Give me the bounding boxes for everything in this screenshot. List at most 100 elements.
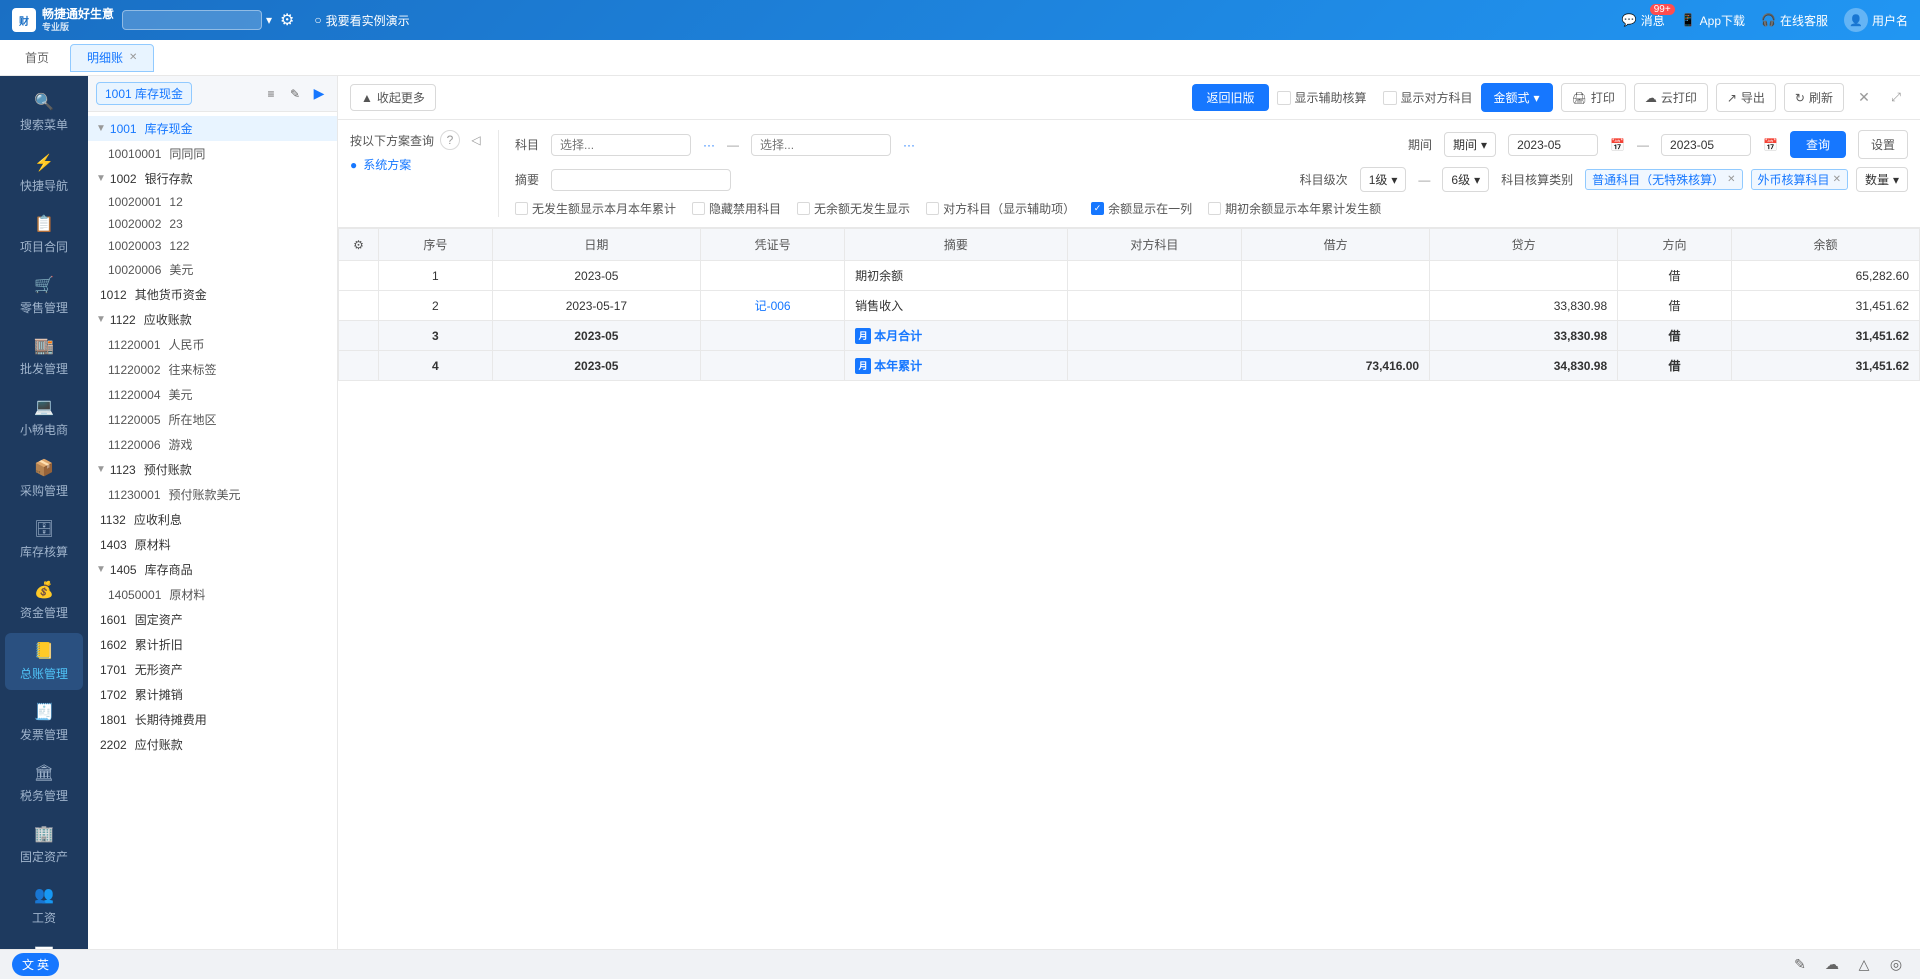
sidebar-item-xiaoxi-ecom[interactable]: 💻 小畅电商: [5, 389, 83, 446]
tree-item-1601[interactable]: 1601 固定资产: [88, 607, 337, 632]
gear-icon[interactable]: ⚙: [280, 10, 294, 30]
online-service-btn[interactable]: 🎧 在线客服: [1761, 12, 1828, 29]
subject-more-icon[interactable]: ···: [703, 138, 715, 152]
period-end-calendar-icon[interactable]: 📅: [1763, 138, 1778, 152]
return-old-version-btn[interactable]: 返回旧版: [1192, 84, 1268, 111]
tree-item-10020002[interactable]: 10020002 23: [88, 213, 337, 235]
tree-item-11220005[interactable]: 11220005 所在地区: [88, 407, 337, 432]
period-type-select[interactable]: 期间 ▾: [1444, 132, 1496, 157]
tree-item-1132[interactable]: 1132 应收利息: [88, 507, 337, 532]
user-btn[interactable]: 👤 用户名: [1844, 8, 1908, 32]
sidebar-item-search-menu[interactable]: 🔍 搜索菜单: [5, 84, 83, 141]
circle-icon-btn[interactable]: ◎: [1884, 953, 1908, 977]
tree-item-10020006[interactable]: 10020006 美元: [88, 257, 337, 282]
scheme-collapse-icon[interactable]: ◁: [466, 130, 486, 150]
tree-item-11220004[interactable]: 11220004 美元: [88, 382, 337, 407]
sidebar-item-capital-mgmt[interactable]: 💰 资金管理: [5, 572, 83, 629]
voucher-link[interactable]: 记-006: [755, 299, 791, 313]
tag-close-0[interactable]: ✕: [1727, 174, 1735, 185]
tree-item-1403[interactable]: 1403 原材料: [88, 532, 337, 557]
sidebar-item-purchase-mgmt[interactable]: 📦 采购管理: [5, 450, 83, 507]
print-btn[interactable]: 🖨 打印: [1561, 83, 1626, 112]
table-row[interactable]: 3 2023-05 月本月合计 33,830.98 借 31,451.62: [339, 321, 1920, 351]
export-btn[interactable]: ↗ 导出: [1716, 83, 1776, 112]
current-account-label[interactable]: 1001 库存现金: [96, 82, 192, 105]
subject-to-more-icon[interactable]: ···: [903, 138, 915, 152]
subject-from-input[interactable]: [551, 134, 691, 156]
show-contra-checkbox[interactable]: 显示对方科目: [1383, 89, 1473, 106]
lang-btn[interactable]: 文 英: [12, 953, 59, 976]
tree-item-1602[interactable]: 1602 累计折旧: [88, 632, 337, 657]
tree-edit-icon[interactable]: ✎: [285, 84, 305, 104]
tree-item-1123[interactable]: ▼ 1123 预付账款: [88, 457, 337, 482]
panel-close-btn[interactable]: ✕: [1852, 86, 1876, 110]
expand-btn[interactable]: ▲ 收起更多: [350, 84, 436, 111]
maximize-btn[interactable]: ⤢: [1884, 86, 1908, 110]
settings-btn[interactable]: 设置: [1858, 130, 1908, 159]
upload-icon-btn[interactable]: △: [1852, 953, 1876, 977]
show-aux-checkbox[interactable]: 显示辅助核算: [1277, 89, 1367, 106]
tree-arrow-icon[interactable]: ▶: [309, 84, 329, 104]
cb-balance-one-col[interactable]: ✓ 余额显示在一列: [1091, 200, 1192, 217]
cloud-print-btn[interactable]: ☁ 云打印: [1634, 83, 1708, 112]
tree-item-1002[interactable]: ▼ 1002 银行存款: [88, 166, 337, 191]
cb-contra-account[interactable]: 对方科目（显示辅助项）: [926, 200, 1075, 217]
message-btn[interactable]: 💬 消息 99+: [1622, 12, 1665, 29]
quantity-select[interactable]: 数量 ▾: [1856, 167, 1908, 192]
tree-item-10010001[interactable]: 10010001 同同同: [88, 141, 337, 166]
edit-icon-btn[interactable]: ✎: [1788, 953, 1812, 977]
tree-item-11220006[interactable]: 11220006 游戏: [88, 432, 337, 457]
table-row[interactable]: 1 2023-05 期初余额 借 65,282.60: [339, 261, 1920, 291]
sidebar-item-fixed-assets[interactable]: 🏢 固定资产: [5, 816, 83, 873]
tab-close-icon[interactable]: ✕: [129, 52, 137, 63]
tree-item-14050001[interactable]: 14050001 原材料: [88, 582, 337, 607]
period-start-input[interactable]: [1508, 134, 1598, 156]
period-end-input[interactable]: [1661, 134, 1751, 156]
tree-item-11230001[interactable]: 11230001 预付账款美元: [88, 482, 337, 507]
tree-item-11220002[interactable]: 11220002 往来标签: [88, 357, 337, 382]
refresh-btn[interactable]: ↻ 刷新: [1784, 83, 1844, 112]
tree-item-10020001[interactable]: 10020001 12: [88, 191, 337, 213]
format-btn[interactable]: 金额式 ▾: [1481, 83, 1553, 112]
sidebar-item-project-contract[interactable]: 📋 项目合同: [5, 206, 83, 263]
sidebar-item-quick-nav[interactable]: ⚡ 快捷导航: [5, 145, 83, 202]
scheme-item-system[interactable]: ● 系统方案: [350, 156, 486, 173]
period-start-calendar-icon[interactable]: 📅: [1610, 138, 1625, 152]
tree-item-1001[interactable]: ▼ 1001 库存现金: [88, 116, 337, 141]
tree-item-1701[interactable]: 1701 无形资产: [88, 657, 337, 682]
scheme-help-icon[interactable]: ?: [440, 130, 460, 150]
subject-level-to-select[interactable]: 6级 ▾: [1442, 167, 1489, 192]
cb-begin-balance[interactable]: 期初余额显示本年累计发生额: [1208, 200, 1381, 217]
subject-to-input[interactable]: [751, 134, 891, 156]
app-download-btn[interactable]: 📱 App下载: [1681, 12, 1745, 29]
tag-close-1[interactable]: ✕: [1833, 174, 1841, 185]
tree-list-icon[interactable]: ≡: [261, 84, 281, 104]
cb-no-balance-no-show[interactable]: 无余额无发生显示: [797, 200, 910, 217]
sidebar-item-wholesale-mgmt[interactable]: 🏬 批发管理: [5, 328, 83, 385]
table-row[interactable]: 2 2023-05-17 记-006 销售收入 33,830.98 借 31,4…: [339, 291, 1920, 321]
sidebar-item-salary[interactable]: 👥 工资: [5, 877, 83, 934]
tab-detail[interactable]: 明细账 ✕: [70, 44, 154, 72]
window-title-input[interactable]: [122, 10, 262, 30]
tree-item-1801[interactable]: 1801 长期待摊费用: [88, 707, 337, 732]
table-row[interactable]: 4 2023-05 月本年累计 73,416.00 34,830.98 借 31…: [339, 351, 1920, 381]
cb-no-balance-show[interactable]: 无发生额显示本月本年累计: [515, 200, 676, 217]
col-settings-btn[interactable]: ⚙: [339, 229, 379, 261]
tab-home[interactable]: 首页: [8, 44, 66, 72]
query-btn[interactable]: 查询: [1790, 131, 1846, 158]
tree-item-1702[interactable]: 1702 累计摊销: [88, 682, 337, 707]
tree-item-10020003[interactable]: 10020003 122: [88, 235, 337, 257]
sidebar-item-tax-mgmt[interactable]: 🏛 税务管理: [5, 755, 83, 812]
tree-item-11220001[interactable]: 11220001 人民币: [88, 332, 337, 357]
tree-item-1012[interactable]: 1012 其他货币资金: [88, 282, 337, 307]
tree-item-2202[interactable]: 2202 应付账款: [88, 732, 337, 757]
demo-link[interactable]: ○ 我要看实例演示: [314, 12, 409, 29]
sidebar-item-inventory-calc[interactable]: 🗄 库存核算: [5, 511, 83, 568]
dropdown-icon[interactable]: ▾: [266, 13, 272, 27]
tree-item-1122[interactable]: ▼ 1122 应收账款: [88, 307, 337, 332]
tree-item-1405[interactable]: ▼ 1405 库存商品: [88, 557, 337, 582]
subject-level-from-select[interactable]: 1级 ▾: [1360, 167, 1407, 192]
sidebar-item-invoice-mgmt[interactable]: 🧾 发票管理: [5, 694, 83, 751]
sidebar-item-retail-mgmt[interactable]: 🛒 零售管理: [5, 267, 83, 324]
cb-hide-disabled[interactable]: 隐藏禁用科目: [692, 200, 781, 217]
